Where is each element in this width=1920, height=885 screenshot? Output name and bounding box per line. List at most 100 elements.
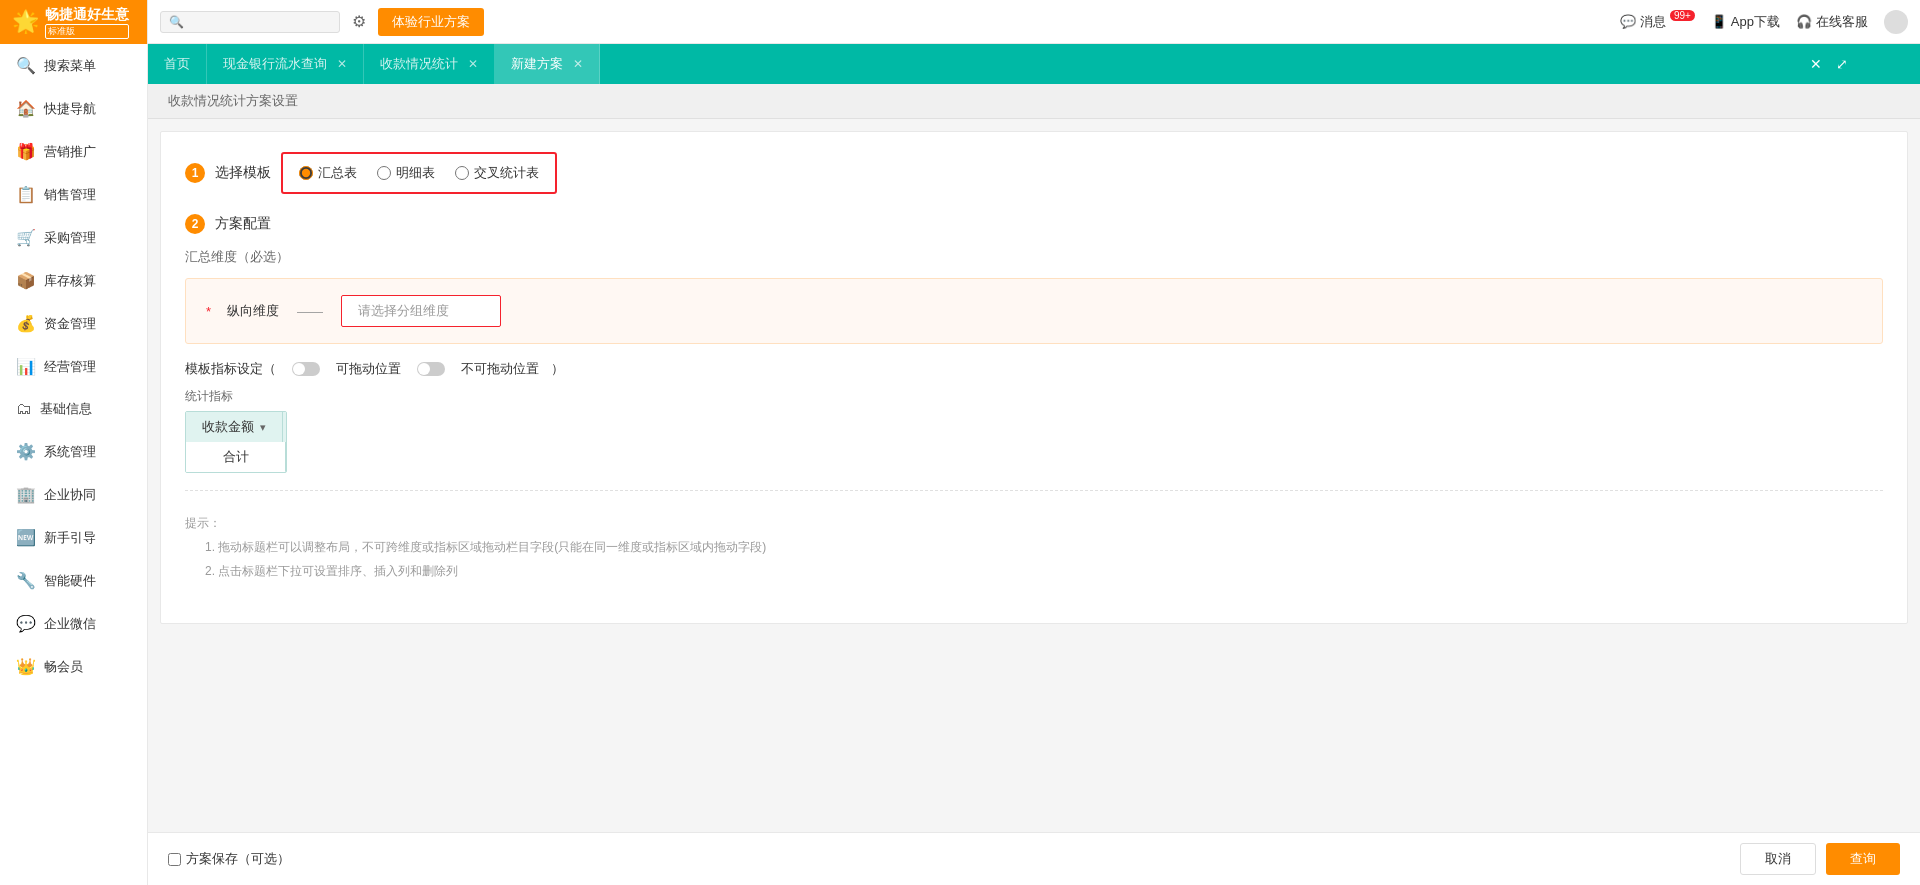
gear-sidebar-icon: ⚙️ xyxy=(16,442,36,461)
message-btn[interactable]: 💬 消息 99+ xyxy=(1620,13,1695,31)
metric-config-header: 模板指标设定（ 可拖动位置 不可拖动位置 ） xyxy=(185,360,1883,378)
page-title: 收款情况统计方案设置 xyxy=(168,93,298,108)
sidebar-item-guide[interactable]: 🆕 新手引导 xyxy=(0,516,147,559)
tab-receipt-close[interactable]: ✕ xyxy=(468,57,478,71)
required-marker: * xyxy=(206,304,211,319)
building-icon: 🏢 xyxy=(16,485,36,504)
chart-icon: 📊 xyxy=(16,357,36,376)
sidebar-item-sales[interactable]: 📋 销售管理 xyxy=(0,173,147,216)
search-icon: 🔍 xyxy=(16,56,36,75)
step2-label: 方案配置 xyxy=(215,215,271,233)
save-checkbox[interactable] xyxy=(168,853,181,866)
bottom-bar: 方案保存（可选） 取消 查询 xyxy=(148,832,1920,885)
step2-number: 2 xyxy=(185,214,205,234)
sidebar-item-basic[interactable]: 🗂 基础信息 xyxy=(0,388,147,430)
radio-summary[interactable]: 汇总表 xyxy=(299,164,357,182)
user-avatar[interactable] xyxy=(1884,10,1908,34)
draggable-label: 可拖动位置 xyxy=(336,360,401,378)
radio-detail[interactable]: 明细表 xyxy=(377,164,435,182)
metric-header-cell[interactable]: 收款金额 ▾ xyxy=(186,412,283,442)
step1-section: 1 选择模板 汇总表 明细表 xyxy=(185,152,1883,194)
sidebar-logo: 🌟 畅捷通好生意 标准版 xyxy=(0,0,147,44)
save-option[interactable]: 方案保存（可选） xyxy=(168,850,290,868)
tab-receipt[interactable]: 收款情况统计 ✕ xyxy=(364,44,495,84)
radio-crosstab-input[interactable] xyxy=(455,166,469,180)
logo-badge: 标准版 xyxy=(45,24,129,39)
sidebar-item-corp[interactable]: 🏢 企业协同 xyxy=(0,473,147,516)
divider xyxy=(185,490,1883,491)
sidebar-item-finance[interactable]: 💰 资金管理 xyxy=(0,302,147,345)
dimension-row: * 纵向维度 —— 请选择分组维度 xyxy=(206,295,1862,327)
cart-icon: 🛒 xyxy=(16,228,36,247)
tab-expand-btn[interactable]: ⤢ xyxy=(1832,52,1852,76)
tab-cashflow[interactable]: 现金银行流水查询 ✕ xyxy=(207,44,364,84)
sidebar-item-quicknav[interactable]: 🏠 快捷导航 xyxy=(0,87,147,130)
step2-header: 2 方案配置 xyxy=(185,214,1883,234)
clipboard-icon: 📋 xyxy=(16,185,36,204)
step1-header: 1 选择模板 汇总表 明细表 xyxy=(185,152,1883,194)
tab-home[interactable]: 首页 xyxy=(148,44,207,84)
tab-close-all-btn[interactable]: ✕ xyxy=(1806,52,1826,76)
template-radio-group: 汇总表 明细表 交叉统计表 xyxy=(299,164,539,182)
sidebar-item-purchase[interactable]: 🛒 采购管理 xyxy=(0,216,147,259)
industry-btn[interactable]: 体验行业方案 xyxy=(378,8,484,36)
app-download-btn[interactable]: 📱 App下载 xyxy=(1711,13,1780,31)
main-area: 🔍 ⚙ 体验行业方案 💬 消息 99+ 📱 App下载 🎧 在线客服 xyxy=(148,0,1920,885)
step2-section: 2 方案配置 汇总维度（必选） * 纵向维度 —— 请选择分组维度 xyxy=(185,214,1883,583)
tabs-bar: 首页 现金银行流水查询 ✕ 收款情况统计 ✕ 新建方案 ✕ ✕ ⤢ xyxy=(148,44,1920,84)
sidebar-item-operation[interactable]: 📊 经营管理 xyxy=(0,345,147,388)
metrics-section-title: 统计指标 xyxy=(185,388,287,405)
topbar: 🔍 ⚙ 体验行业方案 💬 消息 99+ 📱 App下载 🎧 在线客服 xyxy=(148,0,1920,44)
metric-config: 模板指标设定（ 可拖动位置 不可拖动位置 ） 统计指标 xyxy=(185,360,1883,476)
dimension-title: 汇总维度（必选） xyxy=(185,248,1883,266)
hint-item-1: 1. 拖动标题栏可以调整布局，不可跨维度或指标区域拖动栏目字段(只能在同一维度或… xyxy=(185,535,1883,559)
sidebar-item-wechat[interactable]: 💬 企业微信 xyxy=(0,602,147,645)
form-card: 1 选择模板 汇总表 明细表 xyxy=(160,131,1908,624)
folder-icon: 🗂 xyxy=(16,400,32,418)
hints-title: 提示： xyxy=(185,516,221,530)
home-icon: 🏠 xyxy=(16,99,36,118)
tab-newplan-close[interactable]: ✕ xyxy=(573,57,583,71)
template-select-box: 汇总表 明细表 交叉统计表 xyxy=(281,152,557,194)
avatar xyxy=(1884,10,1908,34)
search-topbar-icon: 🔍 xyxy=(169,15,184,29)
sidebar-item-search[interactable]: 🔍 搜索菜单 xyxy=(0,44,147,87)
sidebar-item-smart[interactable]: 🔧 智能硬件 xyxy=(0,559,147,602)
metric-config-label-end: ） xyxy=(551,360,564,378)
sidebar-item-system[interactable]: ⚙️ 系统管理 xyxy=(0,430,147,473)
hints-section: 提示： 1. 拖动标题栏可以调整布局，不可跨维度或指标区域拖动栏目字段(只能在同… xyxy=(185,511,1883,583)
sidebar-item-member[interactable]: 👑 畅会员 xyxy=(0,645,147,688)
sidebar-item-marketing[interactable]: 🎁 营销推广 xyxy=(0,130,147,173)
draggable-toggle[interactable] xyxy=(292,362,320,376)
vertical-dimension-label: 纵向维度 xyxy=(227,302,279,320)
radio-crosstab[interactable]: 交叉统计表 xyxy=(455,164,539,182)
save-label: 方案保存（可选） xyxy=(186,850,290,868)
metric-config-label-start: 模板指标设定（ xyxy=(185,360,276,378)
cancel-button[interactable]: 取消 xyxy=(1740,843,1816,875)
metrics-table: 收款金额 ▾ 合计 xyxy=(185,411,287,473)
step1-label: 选择模板 xyxy=(215,164,271,182)
tab-newplan[interactable]: 新建方案 ✕ xyxy=(495,44,600,84)
radio-detail-input[interactable] xyxy=(377,166,391,180)
topbar-search[interactable]: 🔍 xyxy=(160,11,340,33)
service-btn[interactable]: 🎧 在线客服 xyxy=(1796,13,1868,31)
tab-cashflow-close[interactable]: ✕ xyxy=(337,57,347,71)
fixed-label: 不可拖动位置 xyxy=(461,360,539,378)
fixed-toggle[interactable] xyxy=(417,362,445,376)
radio-summary-input[interactable] xyxy=(299,166,313,180)
arrow-icon: —— xyxy=(297,304,323,319)
message-badge: 99+ xyxy=(1670,10,1695,21)
dimension-select-btn[interactable]: 请选择分组维度 xyxy=(341,295,501,327)
logo-text: 畅捷通好生意 xyxy=(45,6,129,24)
sidebar: 🌟 畅捷通好生意 标准版 🔍 搜索菜单 🏠 快捷导航 🎁 营销推广 📋 销售管理… xyxy=(0,0,148,885)
settings-icon[interactable]: ⚙ xyxy=(352,12,366,31)
metrics-grid: 统计指标 收款金额 ▾ 合计 xyxy=(185,388,287,473)
footer-actions: 取消 查询 xyxy=(1740,843,1900,875)
metrics-body: 合计 xyxy=(186,442,286,472)
sidebar-item-inventory[interactable]: 📦 库存核算 xyxy=(0,259,147,302)
chat-icon: 💬 xyxy=(16,614,36,633)
page-title-bar: 收款情况统计方案设置 xyxy=(148,84,1920,119)
metrics-header: 收款金额 ▾ xyxy=(186,412,286,442)
metric-dropdown-icon[interactable]: ▾ xyxy=(260,421,266,434)
query-button[interactable]: 查询 xyxy=(1826,843,1900,875)
